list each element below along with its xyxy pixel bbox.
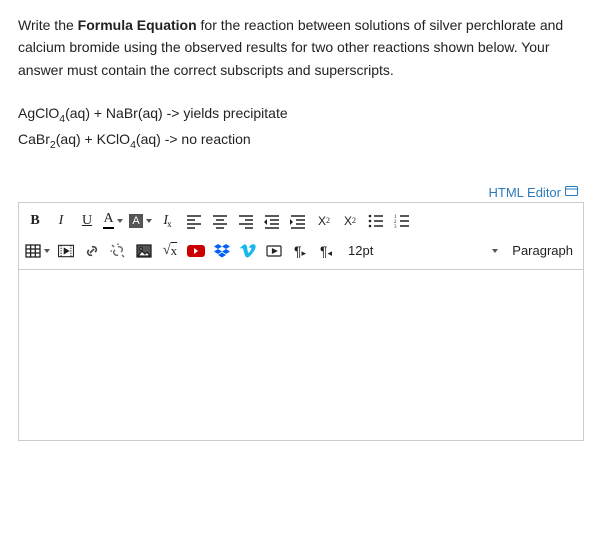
bg-color-button[interactable]: A xyxy=(127,209,154,233)
ltr-button[interactable]: ¶▸ xyxy=(288,239,312,263)
align-center-button[interactable] xyxy=(208,209,232,233)
superscript-button[interactable]: X2 xyxy=(312,209,336,233)
align-right-button[interactable] xyxy=(234,209,258,233)
underline-button[interactable]: U xyxy=(75,209,99,233)
equation-button[interactable]: √x xyxy=(158,239,182,263)
svg-text:3: 3 xyxy=(394,225,397,229)
dropdown-caret-icon xyxy=(492,249,498,253)
block-format-label: Paragraph xyxy=(512,243,573,258)
outdent-button[interactable] xyxy=(260,209,284,233)
text-color-button[interactable]: A xyxy=(101,209,125,233)
reaction-1: AgClO4(aq) + NaBr(aq) -> yields precipit… xyxy=(18,105,584,125)
table-button[interactable] xyxy=(23,239,52,263)
editor-toolbar: B I U A A Ix xyxy=(19,203,583,270)
prompt-pre: Write the xyxy=(18,17,78,33)
bold-button[interactable]: B xyxy=(23,209,47,233)
block-format-selector[interactable]: Paragraph xyxy=(502,239,579,263)
youtube-button[interactable] xyxy=(184,239,208,263)
html-editor-toggle[interactable]: HTML Editor xyxy=(489,185,578,200)
prompt-bold: Formula Equation xyxy=(78,17,197,33)
align-left-button[interactable] xyxy=(182,209,206,233)
unlink-button[interactable] xyxy=(106,239,130,263)
youtube-icon xyxy=(187,245,205,257)
media-button[interactable] xyxy=(54,239,78,263)
indent-button[interactable] xyxy=(286,209,310,233)
image-button[interactable] xyxy=(132,239,156,263)
rich-text-editor: B I U A A Ix xyxy=(18,202,584,441)
vimeo-button[interactable] xyxy=(236,239,260,263)
question-text: Write the Formula Equation for the react… xyxy=(18,14,584,81)
html-editor-icon xyxy=(565,185,578,200)
italic-button[interactable]: I xyxy=(49,209,73,233)
subscript-button[interactable]: X2 xyxy=(338,209,362,233)
embed-button[interactable] xyxy=(262,239,286,263)
reaction-2: CaBr2(aq) + KClO4(aq) -> no reaction xyxy=(18,131,584,151)
number-list-button[interactable]: 123 xyxy=(390,209,414,233)
html-editor-label: HTML Editor xyxy=(489,185,561,200)
dropbox-button[interactable] xyxy=(210,239,234,263)
link-button[interactable] xyxy=(80,239,104,263)
bullet-list-button[interactable] xyxy=(364,209,388,233)
rtl-button[interactable]: ¶◂ xyxy=(314,239,338,263)
editor-content-area[interactable] xyxy=(19,270,583,440)
clear-formatting-button[interactable]: Ix xyxy=(156,209,180,233)
font-size-selector[interactable]: 12pt xyxy=(340,239,381,263)
